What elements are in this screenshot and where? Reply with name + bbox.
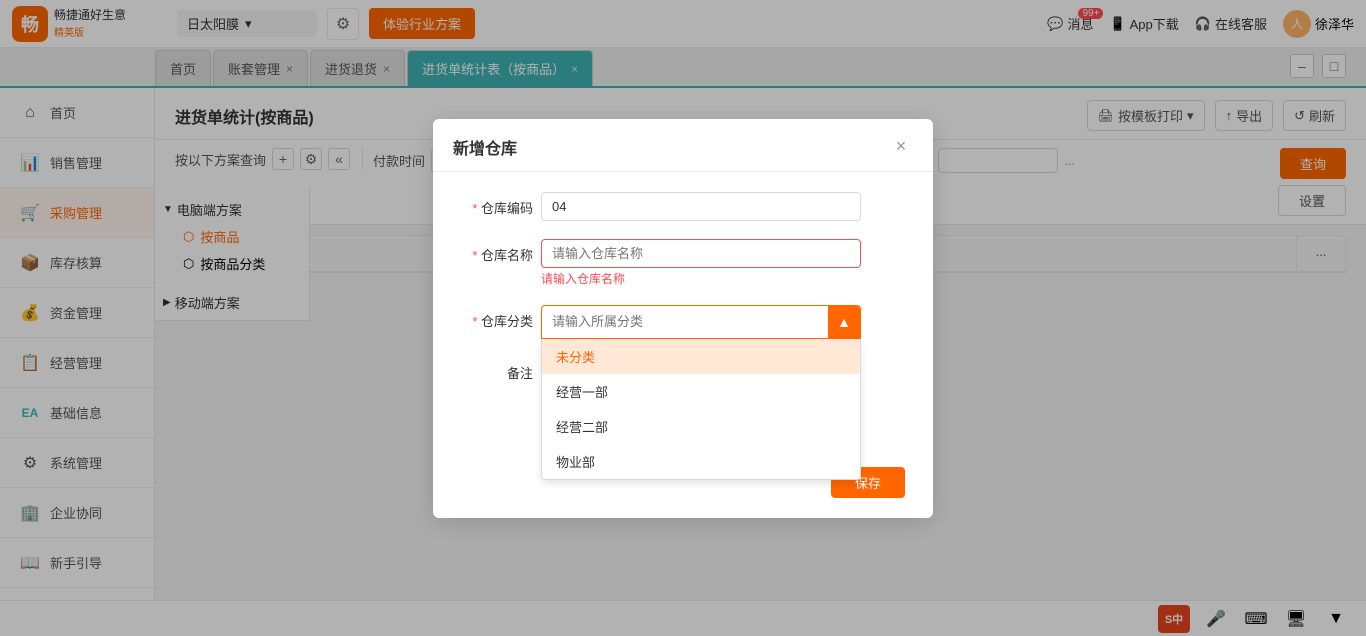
dropdown-option-dept1[interactable]: 经营一部: [542, 374, 860, 409]
code-row: 仓库编码: [461, 192, 905, 221]
category-input-wrap: ▲: [541, 305, 861, 339]
modal-close-button[interactable]: ×: [889, 135, 913, 159]
dropdown-option-uncategorized[interactable]: 未分类: [542, 339, 860, 374]
modal-overlay: 新增仓库 × 仓库编码 仓库名称 请输入仓库名称 仓库分类: [0, 0, 1366, 636]
note-label: 备注: [461, 357, 541, 382]
modal-header: 新增仓库 ×: [433, 119, 933, 172]
code-label: 仓库编码: [461, 192, 541, 217]
modal-title: 新增仓库: [453, 135, 517, 159]
category-dropdown-list: 未分类 经营一部 经营二部 物业部: [541, 339, 861, 480]
modal-body: 仓库编码 仓库名称 请输入仓库名称 仓库分类 ▲: [433, 172, 933, 455]
new-warehouse-modal: 新增仓库 × 仓库编码 仓库名称 请输入仓库名称 仓库分类: [433, 119, 933, 518]
name-field-wrap: 请输入仓库名称: [541, 239, 861, 287]
category-dropdown: ▲ 未分类 经营一部 经营二部 物业部: [541, 305, 861, 339]
category-dropdown-toggle[interactable]: ▲: [828, 306, 860, 338]
dropdown-option-dept2[interactable]: 经营二部: [542, 409, 860, 444]
name-error-message: 请输入仓库名称: [541, 270, 861, 287]
code-input[interactable]: [541, 192, 861, 221]
category-label: 仓库分类: [461, 305, 541, 330]
category-input[interactable]: [542, 308, 828, 335]
category-row: 仓库分类 ▲ 未分类 经营一部 经营二部 物业部: [461, 305, 905, 339]
dropdown-option-dept3[interactable]: 物业部: [542, 444, 860, 479]
name-row: 仓库名称 请输入仓库名称: [461, 239, 905, 287]
name-label: 仓库名称: [461, 239, 541, 264]
name-input[interactable]: [541, 239, 861, 268]
